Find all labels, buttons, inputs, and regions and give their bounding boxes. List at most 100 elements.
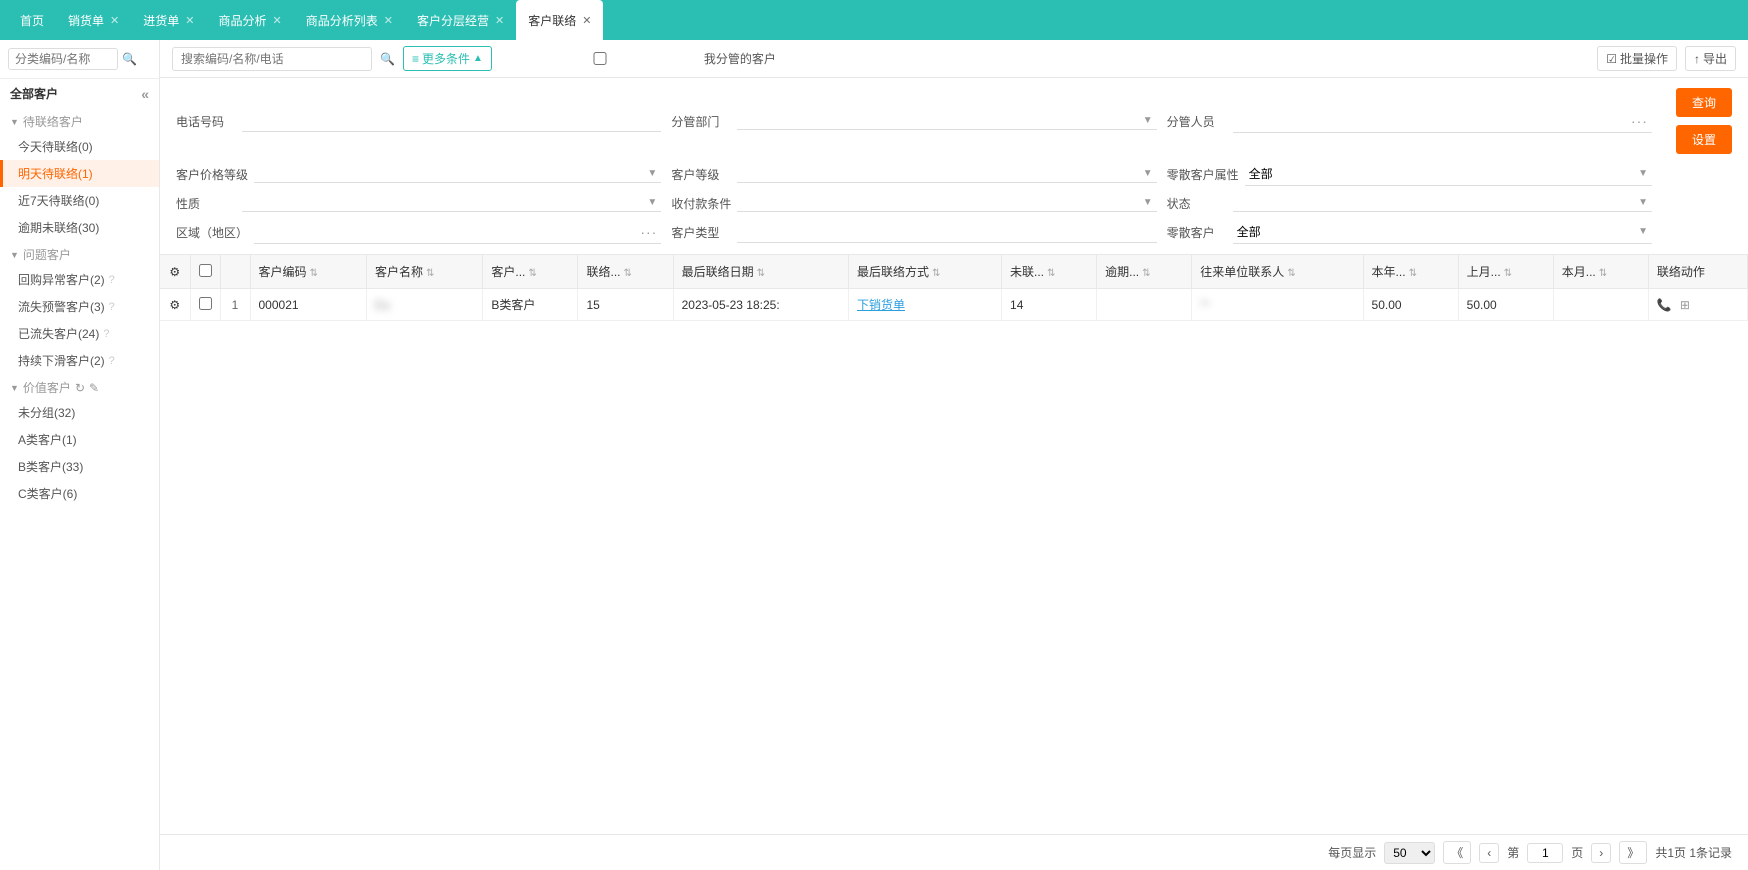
nav-product-analysis-close[interactable]: ✕ xyxy=(273,14,282,27)
help-icon-3[interactable]: ? xyxy=(109,355,115,367)
batch-op-btn[interactable]: ☑ 批量操作 xyxy=(1597,46,1677,71)
action-phone-icon[interactable]: 📞 xyxy=(1657,298,1672,312)
col-this-month[interactable]: 本月...⇅ xyxy=(1553,255,1648,289)
per-page-select[interactable]: 50 100 200 xyxy=(1384,842,1435,864)
region-dots: ··· xyxy=(640,224,657,240)
value-edit-icon[interactable]: ✎ xyxy=(89,381,99,395)
nav-customer-tier-close[interactable]: ✕ xyxy=(495,14,504,27)
field-retail-customer: 零散客户 全部 ▼ xyxy=(1167,220,1652,244)
dept-dropdown[interactable]: ▼ xyxy=(737,112,1156,130)
nature-dropdown[interactable]: ▼ xyxy=(242,194,661,212)
table-select-all[interactable] xyxy=(199,264,212,277)
col-uncontacted[interactable]: 未联...⇅ xyxy=(1002,255,1097,289)
help-icon-2[interactable]: ? xyxy=(103,328,109,340)
sort-icon-contact: ⇅ xyxy=(624,268,632,279)
col-last-contact-method[interactable]: 最后联络方式⇅ xyxy=(849,255,1002,289)
sort-icon-this-month: ⇅ xyxy=(1599,268,1607,279)
sidebar-search-input[interactable] xyxy=(8,48,118,70)
sidebar-item-declining[interactable]: 持续下滑客户(2) ? xyxy=(0,347,159,374)
sidebar-collapse-icon[interactable]: « xyxy=(141,86,149,102)
filter-search-icon[interactable]: 🔍 xyxy=(380,52,395,66)
next-page-btn[interactable]: › xyxy=(1591,843,1611,863)
export-btn[interactable]: ↑ 导出 xyxy=(1685,46,1736,71)
sidebar-item-ungrouped[interactable]: 未分组(32) xyxy=(0,399,159,426)
payment-dropdown[interactable]: ▼ xyxy=(737,194,1156,212)
price-level-dropdown[interactable]: ▼ xyxy=(254,165,661,183)
col-last-month[interactable]: 上月...⇅ xyxy=(1458,255,1553,289)
nav-customer-tier[interactable]: 客户分层经营 ✕ xyxy=(405,0,516,40)
last-page-btn[interactable]: 》 xyxy=(1619,841,1647,864)
col-last-contact-date[interactable]: 最后联络日期⇅ xyxy=(673,255,848,289)
customer-level-dropdown[interactable]: ▼ xyxy=(737,165,1156,183)
customer-type-input[interactable] xyxy=(737,222,1156,243)
col-this-year[interactable]: 本年...⇅ xyxy=(1363,255,1458,289)
col-contact[interactable]: 联络...⇅ xyxy=(578,255,673,289)
row-uncontacted: 14 xyxy=(1002,289,1097,321)
sidebar-item-7days[interactable]: 近7天待联络(0) xyxy=(0,187,159,214)
sort-icon-method: ⇅ xyxy=(932,268,940,279)
col-customer-code[interactable]: 客户编码⇅ xyxy=(250,255,366,289)
value-refresh-icon[interactable]: ↻ xyxy=(75,381,85,395)
sidebar-search-icon[interactable]: 🔍 xyxy=(122,52,137,66)
col-settings[interactable]: ⚙ xyxy=(160,255,190,289)
search-input[interactable] xyxy=(172,47,372,71)
first-page-btn[interactable]: 《 xyxy=(1443,841,1471,864)
row-checkbox[interactable] xyxy=(199,297,212,310)
col-customer-name[interactable]: 客户名称⇅ xyxy=(366,255,482,289)
nav-product-analysis[interactable]: 商品分析 ✕ xyxy=(206,0,293,40)
filter-actions: 查询 设置 xyxy=(1662,88,1732,154)
retail-attr-dropdown[interactable]: 全部 ▼ xyxy=(1245,162,1652,186)
nav-customer-contact[interactable]: 客户联络 ✕ xyxy=(516,0,603,40)
retail-customer-dropdown[interactable]: 全部 ▼ xyxy=(1233,220,1652,244)
sidebar-item-class-c[interactable]: C类客户(6) xyxy=(0,480,159,507)
row-gear[interactable]: ⚙ xyxy=(160,289,190,321)
sidebar-item-class-b[interactable]: B类客户(33) xyxy=(0,453,159,480)
help-icon-0[interactable]: ? xyxy=(109,274,115,286)
col-checkbox xyxy=(190,255,220,289)
more-conditions-btn[interactable]: ≡ 更多条件 ▲ xyxy=(403,46,492,71)
col-customer-type[interactable]: 客户...⇅ xyxy=(483,255,578,289)
row-customer-code: 000021 xyxy=(250,289,366,321)
nav-home[interactable]: 首页 xyxy=(8,0,56,40)
nav-customer-contact-close[interactable]: ✕ xyxy=(582,14,591,27)
customer-table: ⚙ 客户编码⇅ 客户名称⇅ 客户...⇅ xyxy=(160,255,1748,321)
settings-btn[interactable]: 设置 xyxy=(1676,125,1732,154)
manager-dots: ··· xyxy=(1631,113,1648,129)
action-grid-icon[interactable]: ⊞ xyxy=(1680,298,1690,312)
row-customer-type: B类客户 xyxy=(483,289,578,321)
row-last-contact-date: 2023-05-23 18:25: xyxy=(673,289,848,321)
region-dropdown[interactable]: ··· xyxy=(254,221,661,244)
help-icon-1[interactable]: ? xyxy=(109,301,115,313)
sidebar-item-today[interactable]: 今天待联络(0) xyxy=(0,133,159,160)
my-customers-checkbox[interactable] xyxy=(500,52,700,65)
nav-sales[interactable]: 销货单 ✕ xyxy=(56,0,131,40)
sidebar-all-customers[interactable]: 全部客户 « xyxy=(0,79,159,108)
nav-purchase-close[interactable]: ✕ xyxy=(185,14,194,27)
sidebar-item-repurchase-anomaly[interactable]: 回购异常客户(2) ? xyxy=(0,266,159,293)
nav-purchase[interactable]: 进货单 ✕ xyxy=(131,0,206,40)
prev-page-btn[interactable]: ‹ xyxy=(1479,843,1499,863)
sidebar-item-churn-warning[interactable]: 流失预警客户(3) ? xyxy=(0,293,159,320)
nav-product-analysis-list[interactable]: 商品分析列表 ✕ xyxy=(294,0,405,40)
page-number-input[interactable] xyxy=(1527,843,1563,863)
col-unit-contact[interactable]: 往来单位联系人⇅ xyxy=(1192,255,1363,289)
col-overdue[interactable]: 逾期...⇅ xyxy=(1097,255,1192,289)
nav-product-list-close[interactable]: ✕ xyxy=(384,14,393,27)
sort-icon-type: ⇅ xyxy=(528,268,536,279)
adv-filter-row-4: 区域（地区） ··· 客户类型 零散客户 全部 ▼ xyxy=(176,220,1732,244)
manager-dropdown[interactable]: ··· xyxy=(1233,110,1652,133)
customer-level-arrow: ▼ xyxy=(1143,168,1153,179)
sidebar-item-overdue[interactable]: 逾期未联络(30) xyxy=(0,214,159,241)
phone-input[interactable] xyxy=(242,111,661,132)
query-btn[interactable]: 查询 xyxy=(1676,88,1732,117)
table-row: ⚙ 1 000021 Ea xyxy=(160,289,1748,321)
status-dropdown[interactable]: ▼ xyxy=(1233,194,1652,212)
field-status: 状态 ▼ xyxy=(1167,194,1652,212)
table-header-row: ⚙ 客户编码⇅ 客户名称⇅ 客户...⇅ xyxy=(160,255,1748,289)
sidebar-item-class-a[interactable]: A类客户(1) xyxy=(0,426,159,453)
nav-sales-close[interactable]: ✕ xyxy=(110,14,119,27)
my-customers-checkbox-label[interactable]: 我分管的客户 xyxy=(500,50,776,67)
contact-method-link[interactable]: 下销货单 xyxy=(857,298,905,312)
sidebar-item-tomorrow[interactable]: 明天待联络(1) xyxy=(0,160,159,187)
sidebar-item-churned[interactable]: 已流失客户(24) ? xyxy=(0,320,159,347)
